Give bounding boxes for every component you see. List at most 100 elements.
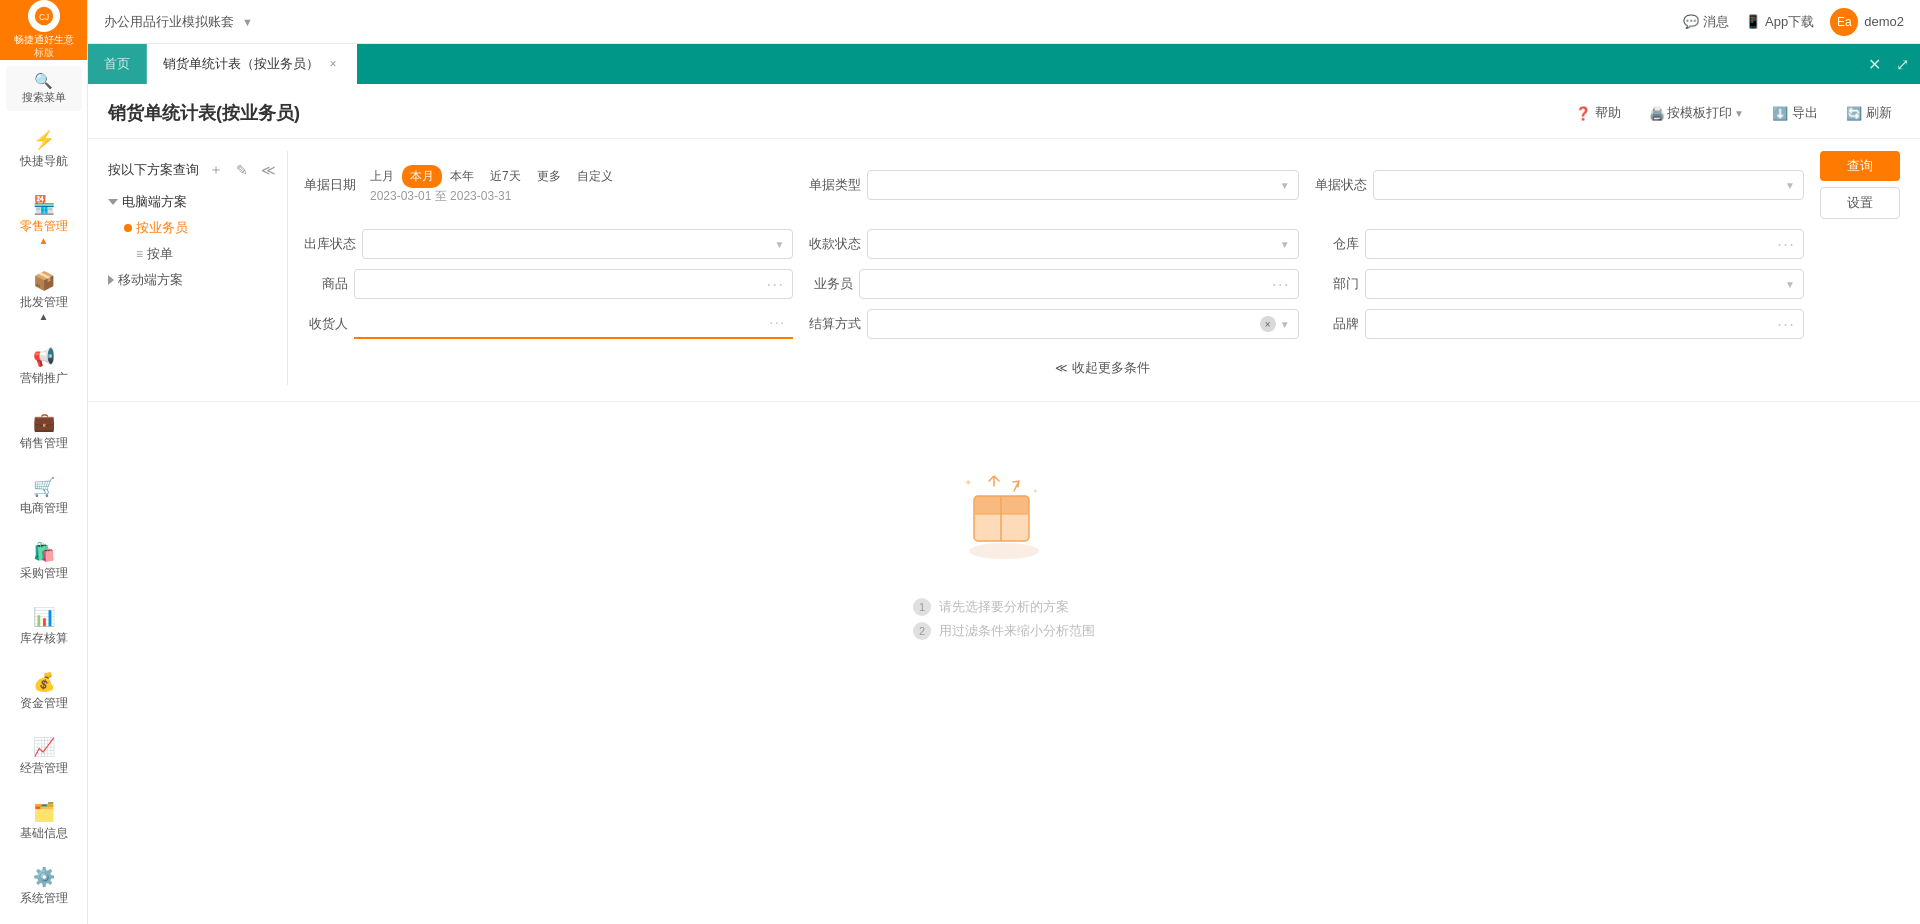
sidebar-item-finance[interactable]: 💰 资金管理 [0, 659, 88, 724]
header-right: 💬 消息 📱 App下载 Ea demo2 [1683, 8, 1904, 36]
refresh-btn[interactable]: 🔄 刷新 [1838, 100, 1900, 126]
print-btn[interactable]: 🖨️ 按模板打印 ▼ [1641, 100, 1752, 126]
collapse-row: ≪ 收起更多条件 [304, 349, 1900, 385]
sidebar-item-wholesale[interactable]: 📦 批发管理 ▲ [0, 258, 88, 334]
sidebar-item-system[interactable]: ⚙️ 系统管理 [0, 854, 88, 919]
user-area[interactable]: Ea demo2 [1830, 8, 1904, 36]
doc-type-cell: 单据类型 ▼ [809, 170, 1298, 200]
receiver-input[interactable]: ··· [354, 309, 793, 339]
doc-status-select[interactable]: ▼ [1373, 170, 1804, 200]
warehouse-select[interactable]: ··· [1365, 229, 1804, 259]
date-7days-btn[interactable]: 近7天 [482, 165, 529, 188]
tip-text-2: 用过滤条件来缩小分析范围 [939, 622, 1095, 640]
date-more-btn[interactable]: 更多 [529, 165, 569, 188]
tip-num-2: 2 [913, 622, 931, 640]
date-last-month-btn[interactable]: 上月 [362, 165, 402, 188]
sidebar-item-basic[interactable]: 🗂️ 基础信息 [0, 789, 88, 854]
shortcut-label: 快捷导航 [4, 153, 84, 170]
sidebar-item-marketing[interactable]: 📢 营销推广 [0, 334, 88, 399]
settlement-select[interactable]: × ▼ [867, 309, 1298, 339]
tab-close-all-icon[interactable]: ✕ [1864, 54, 1884, 74]
date-this-year-btn[interactable]: 本年 [442, 165, 482, 188]
tab-fullscreen-icon[interactable]: ⤢ [1892, 54, 1912, 74]
receipt-status-select[interactable]: ▼ [867, 229, 1298, 259]
finance-icon: 💰 [4, 671, 84, 693]
empty-state: ✦ ✦ 1 请先选择要分析的方案 2 用过滤条件来缩小分析范围 [88, 406, 1920, 706]
top-header: 办公用品行业模拟账套 ▼ 💬 消息 📱 App下载 Ea demo2 [88, 0, 1920, 44]
collapse-btn[interactable]: ≪ 收起更多条件 [1043, 355, 1162, 381]
sidebar-item-inventory[interactable]: 📊 库存核算 [0, 594, 88, 659]
salesperson-dots: ··· [1272, 274, 1290, 295]
query-btn[interactable]: 查询 [1820, 151, 1900, 181]
doc-type-select[interactable]: ▼ [867, 170, 1298, 200]
product-select[interactable]: ··· [354, 269, 793, 299]
scheme-group-mobile[interactable]: 移动端方案 [108, 267, 279, 293]
help-btn[interactable]: ❓ 帮助 [1567, 100, 1629, 126]
date-this-month-btn[interactable]: 本月 [402, 165, 442, 188]
basic-label: 基础信息 [4, 825, 84, 842]
brand-select[interactable]: ··· [1365, 309, 1804, 339]
help-icon: ❓ [1575, 106, 1591, 121]
sidebar-item-enterprise[interactable]: 🤝 企业协同 [0, 919, 88, 924]
receipt-status-arrow: ▼ [1280, 239, 1290, 250]
filter-row-3: 商品 ··· 业务员 ··· [304, 269, 1900, 299]
basic-icon: 🗂️ [4, 801, 84, 823]
scheme-group-pc[interactable]: 电脑端方案 [108, 189, 279, 215]
receipt-status-cell: 收款状态 ▼ [809, 229, 1298, 259]
mobile-group-label: 移动端方案 [118, 271, 183, 289]
empty-tip-2: 2 用过滤条件来缩小分析范围 [913, 622, 1095, 640]
tab-home[interactable]: 首页 [88, 44, 147, 84]
date-custom-btn[interactable]: 自定义 [569, 165, 621, 188]
settlement-clear-btn[interactable]: × [1260, 316, 1276, 332]
tab-bar: 首页 销货单统计表（按业务员） × ✕ ⤢ [88, 44, 1920, 84]
order-scheme-label: 按单 [147, 245, 173, 263]
app-download-btn[interactable]: 📱 App下载 [1745, 13, 1814, 31]
retail-label: 零售管理 [4, 218, 84, 235]
collapse-icon: ≪ [1055, 361, 1068, 375]
industry-dropdown-icon[interactable]: ▼ [242, 16, 253, 28]
out-status-select[interactable]: ▼ [362, 229, 793, 259]
filter-row-2: 出库状态 ▼ 收款状态 ▼ [304, 229, 1900, 259]
export-label: 导出 [1792, 104, 1818, 122]
scheme-order-item[interactable]: ≡ 按单 [108, 241, 279, 267]
active-dot-icon [124, 224, 132, 232]
department-cell: 部门 ▼ [1315, 269, 1804, 299]
sidebar-item-retail[interactable]: 🏪 零售管理 ▲ [0, 182, 88, 258]
app-name: 畅捷通好生意 [14, 34, 74, 46]
sidebar-item-shortcut[interactable]: ⚡ 快捷导航 [0, 117, 88, 182]
message-icon: 💬 [1683, 14, 1699, 29]
doc-status-arrow: ▼ [1785, 180, 1795, 191]
tab-active[interactable]: 销货单统计表（按业务员） × [147, 44, 357, 84]
sidebar-item-ecommerce[interactable]: 🛒 电商管理 [0, 464, 88, 529]
filter-layout: 按以下方案查询 ＋ ✎ ≪ 电脑端方案 [108, 151, 1900, 385]
pc-expand-icon [108, 199, 118, 205]
settings-btn[interactable]: 设置 [1820, 187, 1900, 219]
settlement-cell: 结算方式 × ▼ [809, 309, 1298, 339]
scheme-salesperson-item[interactable]: 按业务员 [108, 215, 279, 241]
scheme-collapse-btn[interactable]: ≪ [257, 159, 279, 181]
scheme-add-btn[interactable]: ＋ [205, 159, 227, 181]
filter-row-1: 单据日期 上月 本月 本年 近7天 更多 自定义 [304, 151, 1900, 219]
pc-group-label: 电脑端方案 [122, 193, 187, 211]
message-label: 消息 [1703, 13, 1729, 31]
message-btn[interactable]: 💬 消息 [1683, 13, 1729, 31]
sidebar-item-operations[interactable]: 📈 经营管理 [0, 724, 88, 789]
scheme-edit-btn[interactable]: ✎ [231, 159, 253, 181]
search-menu[interactable]: 🔍 搜索菜单 [6, 66, 82, 111]
scheme-mobile-group: 移动端方案 [108, 267, 279, 293]
salesperson-select[interactable]: ··· [859, 269, 1298, 299]
user-avatar: Ea [1830, 8, 1858, 36]
product-dots: ··· [766, 274, 784, 295]
wholesale-expand-icon: ▲ [4, 311, 84, 322]
export-btn[interactable]: ⬇️ 导出 [1764, 100, 1826, 126]
retail-expand-icon: ▲ [4, 235, 84, 246]
tab-close-btn[interactable]: × [325, 56, 341, 72]
sidebar-item-sales[interactable]: 💼 销售管理 [0, 399, 88, 464]
date-filter-cell: 单据日期 上月 本月 本年 近7天 更多 自定义 [304, 165, 793, 205]
department-select[interactable]: ▼ [1365, 269, 1804, 299]
sidebar-item-purchase[interactable]: 🛍️ 采购管理 [0, 529, 88, 594]
brand-label: 品牌 [1315, 315, 1359, 333]
wholesale-label: 批发管理 [4, 294, 84, 311]
app-logo: CJ 畅捷通好生意 标版 [0, 0, 88, 60]
app-download-label: App下载 [1765, 13, 1814, 31]
